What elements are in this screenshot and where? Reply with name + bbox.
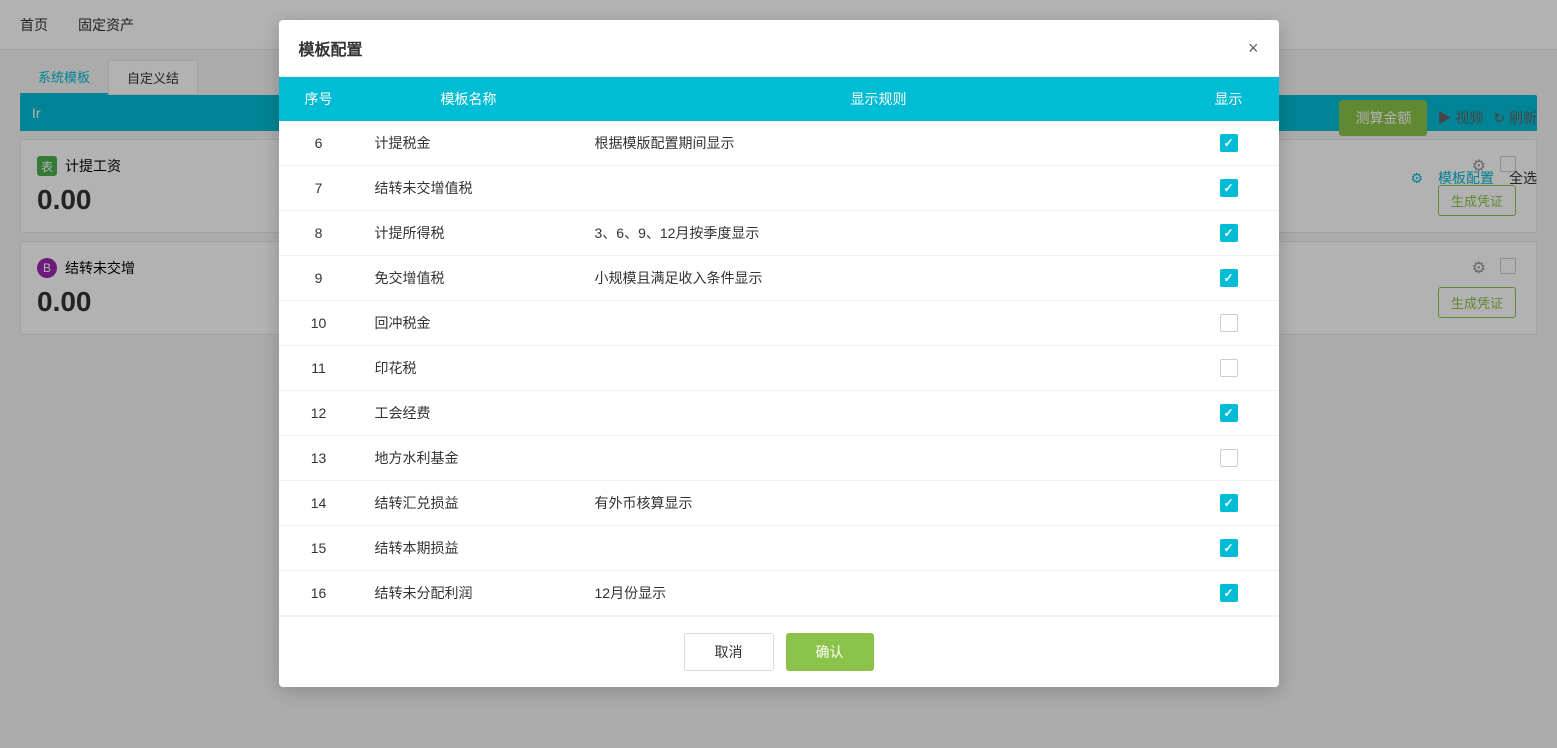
modal-header: 模板配置 × [279,20,1279,77]
confirm-btn[interactable]: 确认 [786,633,874,671]
table-row: 6计提税金根据模版配置期间显示 [279,121,1279,166]
cell-name: 印花税 [359,346,579,391]
cell-rule: 3、6、9、12月按季度显示 [579,211,1179,256]
table-row: 9免交增值税小规模且满足收入条件显示 [279,256,1279,301]
table-row: 8计提所得税3、6、9、12月按季度显示 [279,211,1279,256]
cell-name: 计提所得税 [359,211,579,256]
cell-index: 6 [279,121,359,166]
checkbox-row-16[interactable] [1220,584,1238,602]
cell-index: 13 [279,436,359,481]
cell-index: 10 [279,301,359,346]
cell-checkbox [1179,391,1279,436]
cell-index: 9 [279,256,359,301]
checkbox-row-7[interactable] [1220,179,1238,197]
table-row: 14结转汇兑损益有外币核算显示 [279,481,1279,526]
cell-rule: 根据模版配置期间显示 [579,121,1179,166]
cell-checkbox [1179,211,1279,256]
cell-name: 结转本期损益 [359,526,579,571]
cell-index: 15 [279,526,359,571]
modal-title: 模板配置 [299,36,363,60]
table-row: 15结转本期损益 [279,526,1279,571]
cell-index: 16 [279,571,359,616]
cell-rule: 12月份显示 [579,571,1179,616]
cell-rule [579,526,1179,571]
checkbox-row-8[interactable] [1220,224,1238,242]
checkbox-row-9[interactable] [1220,269,1238,287]
cell-checkbox [1179,301,1279,346]
col-name: 模板名称 [359,77,579,121]
cell-checkbox [1179,121,1279,166]
modal-overlay: 模板配置 × 序号 模板名称 显示规则 显示 6计提税金根据模版配置期间显示7结… [0,0,1557,748]
checkbox-row-15[interactable] [1220,539,1238,557]
cell-name: 结转未分配利润 [359,571,579,616]
cell-checkbox [1179,436,1279,481]
checkbox-row-12[interactable] [1220,404,1238,422]
cell-index: 11 [279,346,359,391]
cell-rule [579,346,1179,391]
cell-name: 回冲税金 [359,301,579,346]
checkbox-row-13[interactable] [1220,449,1238,467]
cell-checkbox [1179,481,1279,526]
modal-footer: 取消 确认 [279,616,1279,687]
cell-checkbox [1179,526,1279,571]
config-table: 序号 模板名称 显示规则 显示 6计提税金根据模版配置期间显示7结转未交增值税8… [279,77,1279,616]
cell-index: 7 [279,166,359,211]
table-row: 16结转未分配利润12月份显示 [279,571,1279,616]
cell-rule [579,166,1179,211]
cell-name: 计提税金 [359,121,579,166]
modal-close-btn[interactable]: × [1248,39,1259,57]
checkbox-row-10[interactable] [1220,314,1238,332]
cell-name: 工会经费 [359,391,579,436]
col-rule: 显示规则 [579,77,1179,121]
modal-template-config: 模板配置 × 序号 模板名称 显示规则 显示 6计提税金根据模版配置期间显示7结… [279,20,1279,687]
table-row: 13地方水利基金 [279,436,1279,481]
cell-rule [579,436,1179,481]
modal-table-container: 序号 模板名称 显示规则 显示 6计提税金根据模版配置期间显示7结转未交增值税8… [279,77,1279,616]
cell-name: 结转汇兑损益 [359,481,579,526]
checkbox-row-14[interactable] [1220,494,1238,512]
checkbox-row-11[interactable] [1220,359,1238,377]
cell-checkbox [1179,346,1279,391]
cell-name: 免交增值税 [359,256,579,301]
cell-index: 14 [279,481,359,526]
cell-index: 12 [279,391,359,436]
cell-rule [579,391,1179,436]
cell-rule: 小规模且满足收入条件显示 [579,256,1179,301]
cancel-btn[interactable]: 取消 [684,633,774,671]
cell-checkbox [1179,166,1279,211]
checkbox-row-6[interactable] [1220,134,1238,152]
table-header-row: 序号 模板名称 显示规则 显示 [279,77,1279,121]
cell-rule: 有外币核算显示 [579,481,1179,526]
cell-index: 8 [279,211,359,256]
cell-name: 地方水利基金 [359,436,579,481]
cell-rule [579,301,1179,346]
table-row: 11印花税 [279,346,1279,391]
table-row: 7结转未交增值税 [279,166,1279,211]
table-row: 12工会经费 [279,391,1279,436]
col-display: 显示 [1179,77,1279,121]
col-index: 序号 [279,77,359,121]
cell-checkbox [1179,256,1279,301]
cell-name: 结转未交增值税 [359,166,579,211]
table-row: 10回冲税金 [279,301,1279,346]
cell-checkbox [1179,571,1279,616]
